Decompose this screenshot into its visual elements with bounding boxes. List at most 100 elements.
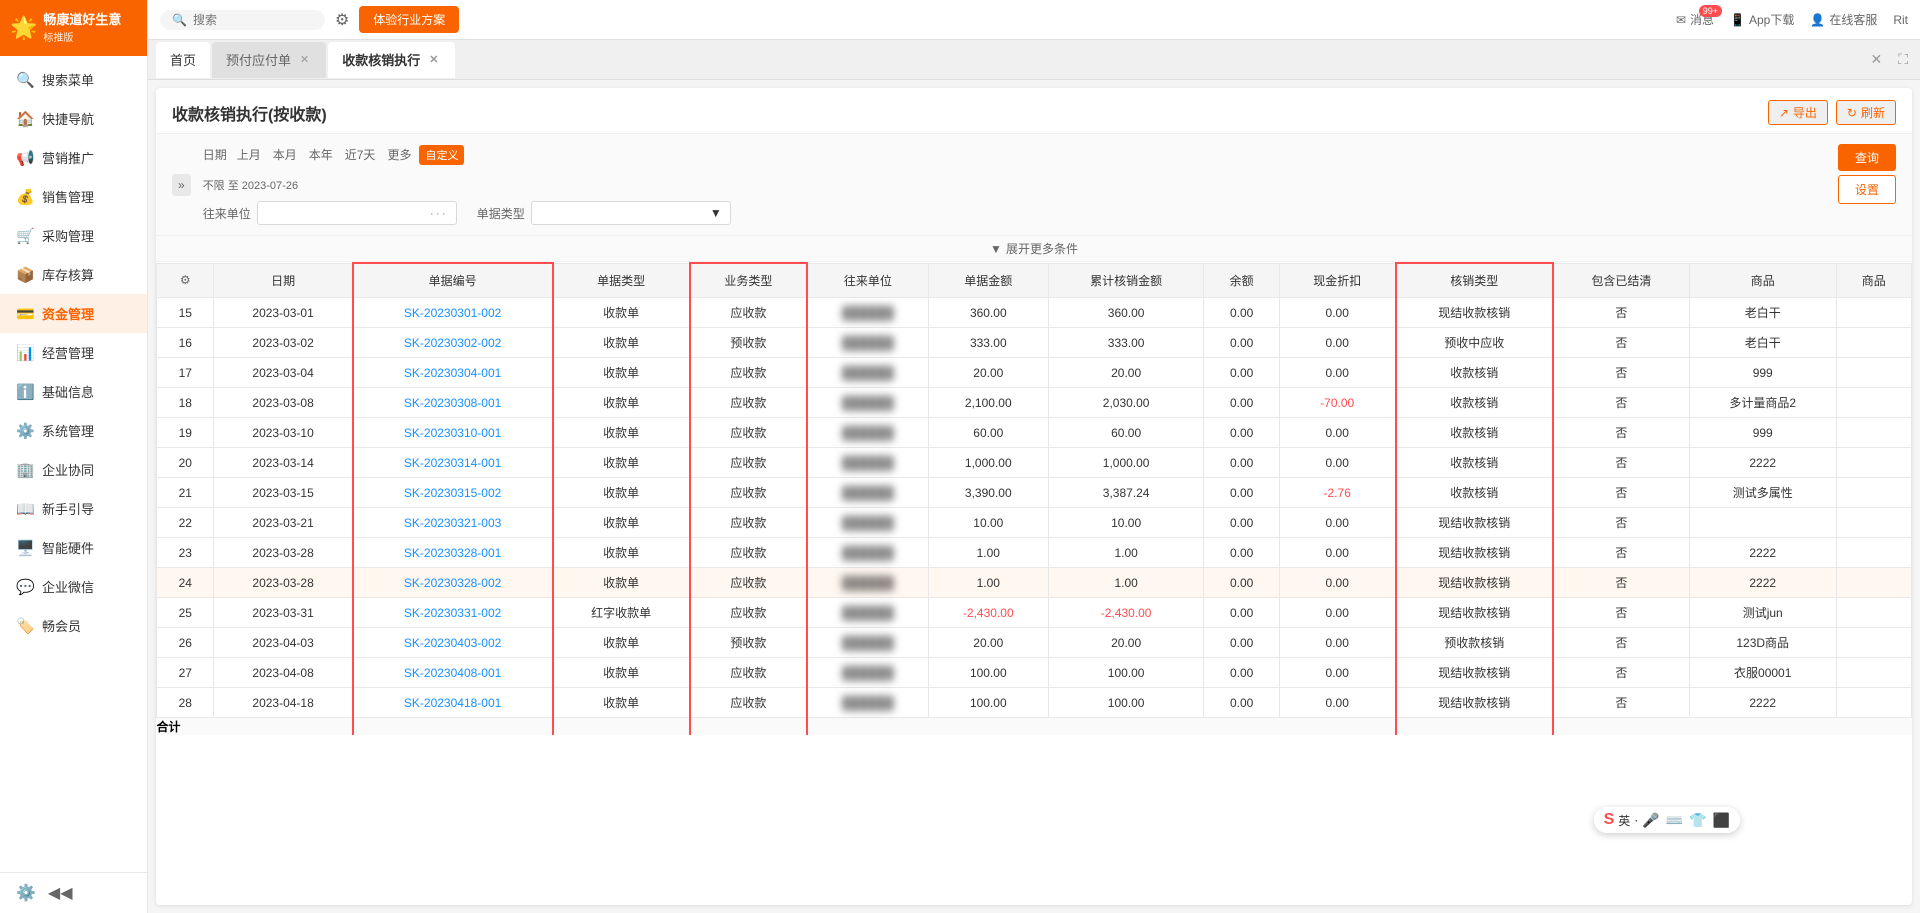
sidebar-item-purchase[interactable]: 🛒 采购管理	[0, 216, 147, 255]
table-cell: 收款单	[553, 298, 690, 328]
grid-icon[interactable]: ⬛	[1713, 812, 1730, 829]
date-btn-more[interactable]: 更多	[383, 144, 415, 165]
table-cell[interactable]: SK-20230408-001	[353, 658, 553, 688]
order-no-link[interactable]: SK-20230403-002	[404, 636, 501, 650]
table-cell[interactable]: SK-20230301-002	[353, 298, 553, 328]
user-name[interactable]: Rit	[1893, 13, 1908, 27]
table-cell: 1.00	[1048, 538, 1204, 568]
table-row: 152023-03-01SK-20230301-002收款单应收款██████3…	[157, 298, 1912, 328]
sidebar-item-label: 经营管理	[42, 343, 94, 362]
table-cell	[1689, 508, 1836, 538]
tab-prepay-label: 预付应付单	[226, 50, 291, 69]
tab-prepay[interactable]: 预付应付单 ✕	[212, 42, 326, 78]
table-cell[interactable]: SK-20230418-001	[353, 688, 553, 718]
sidebar-item-enterprise[interactable]: 🏢 企业协同	[0, 450, 147, 489]
order-no-link[interactable]: SK-20230408-001	[404, 666, 501, 680]
order-no-link[interactable]: SK-20230308-001	[404, 396, 501, 410]
sidebar-item-system[interactable]: ⚙️ 系统管理	[0, 411, 147, 450]
tab-prepay-close[interactable]: ✕	[297, 52, 312, 67]
table-cell: 23	[157, 538, 214, 568]
order-no-link[interactable]: SK-20230315-002	[404, 486, 501, 500]
shirt-icon[interactable]: 👕	[1689, 812, 1706, 829]
online-service-button[interactable]: 👤 在线客服	[1810, 11, 1877, 28]
order-no-link[interactable]: SK-20230304-001	[404, 366, 501, 380]
table-cell: -2.76	[1279, 478, 1395, 508]
tab-collect-close[interactable]: ✕	[426, 52, 441, 67]
sidebar-item-operation[interactable]: 📊 经营管理	[0, 333, 147, 372]
footer-settings-icon[interactable]: ⚙️	[16, 883, 36, 903]
filter-expand-button[interactable]: »	[172, 174, 191, 196]
table-cell: 收款单	[553, 568, 690, 598]
type-select[interactable]: ▼	[531, 201, 731, 225]
sidebar-item-member[interactable]: 🏷️ 畅会员	[0, 606, 147, 645]
expand-more-button[interactable]: ▼ 展开更多条件	[990, 240, 1078, 257]
app-icon: 📱	[1730, 13, 1745, 27]
date-btn-this-month[interactable]: 本月	[269, 144, 301, 165]
table-cell: 应收款	[690, 568, 807, 598]
sidebar-item-wechat[interactable]: 💬 企业微信	[0, 567, 147, 606]
tab-close-all-icon[interactable]: ✕	[1866, 47, 1886, 72]
sidebar-item-basic[interactable]: ℹ️ 基础信息	[0, 372, 147, 411]
sidebar-item-hardware[interactable]: 🖥️ 智能硬件	[0, 528, 147, 567]
table-cell[interactable]: SK-20230403-002	[353, 628, 553, 658]
order-no-link[interactable]: SK-20230418-001	[404, 696, 501, 710]
sidebar-item-sales[interactable]: 💰 销售管理	[0, 177, 147, 216]
table-cell[interactable]: SK-20230321-003	[353, 508, 553, 538]
search-box[interactable]: 🔍	[160, 10, 325, 30]
gear-icon[interactable]: ⚙	[335, 10, 349, 30]
table-cell[interactable]: SK-20230328-002	[353, 568, 553, 598]
order-no-link[interactable]: SK-20230328-002	[404, 576, 501, 590]
col-settings-header[interactable]: ⚙	[157, 263, 214, 298]
message-button[interactable]: ✉ 消息 99+	[1676, 11, 1714, 28]
refresh-button[interactable]: ↻ 刷新	[1836, 100, 1896, 125]
date-btn-7days[interactable]: 近7天	[341, 144, 380, 165]
order-no-link[interactable]: SK-20230331-002	[404, 606, 501, 620]
date-btn-last-month[interactable]: 上月	[233, 144, 265, 165]
date-buttons: 上月 本月 本年 近7天 更多 自定义	[233, 144, 465, 165]
partner-filter-label: 往来单位	[203, 205, 251, 222]
sidebar: 🌟 畅康道好生意 标推版 🔍 搜索菜单 🏠 快捷导航 📢 营销推广 💰 销售管理…	[0, 0, 148, 913]
table-cell: 收款单	[553, 508, 690, 538]
app-download-button[interactable]: 📱 App下载	[1730, 11, 1794, 28]
solution-button[interactable]: 体验行业方案	[359, 6, 459, 33]
order-no-link[interactable]: SK-20230301-002	[404, 306, 501, 320]
table-cell: 否	[1553, 568, 1689, 598]
date-custom-btn[interactable]: 自定义	[419, 145, 464, 165]
keyboard-icon[interactable]: ⌨️	[1666, 812, 1683, 829]
tab-collect[interactable]: 收款核销执行 ✕	[328, 42, 455, 78]
table-cell: 收款单	[553, 328, 690, 358]
filter-settings-button[interactable]: 设置	[1838, 175, 1896, 204]
sidebar-item-quicknav[interactable]: 🏠 快捷导航	[0, 99, 147, 138]
footer-collapse-icon[interactable]: ◀◀	[48, 883, 73, 903]
sidebar-item-finance[interactable]: 💳 资金管理	[0, 294, 147, 333]
table-cell[interactable]: SK-20230315-002	[353, 478, 553, 508]
export-button[interactable]: ↗ 导出	[1768, 100, 1828, 125]
sidebar-item-inventory[interactable]: 📦 库存核算	[0, 255, 147, 294]
table-cell[interactable]: SK-20230331-002	[353, 598, 553, 628]
table-cell: 3,387.24	[1048, 478, 1204, 508]
order-no-link[interactable]: SK-20230328-001	[404, 546, 501, 560]
query-button[interactable]: 查询	[1838, 144, 1896, 171]
sidebar-item-search[interactable]: 🔍 搜索菜单	[0, 60, 147, 99]
sidebar-item-guide[interactable]: 📖 新手引导	[0, 489, 147, 528]
partner-select[interactable]: ···	[257, 201, 457, 225]
tab-expand-icon[interactable]: ⛶	[1894, 47, 1912, 72]
table-cell[interactable]: SK-20230328-001	[353, 538, 553, 568]
order-no-link[interactable]: SK-20230302-002	[404, 336, 501, 350]
date-btn-this-year[interactable]: 本年	[305, 144, 337, 165]
table-cell[interactable]: SK-20230314-001	[353, 448, 553, 478]
order-no-link[interactable]: SK-20230310-001	[404, 426, 501, 440]
mic-icon[interactable]: 🎤	[1642, 812, 1659, 829]
table-cell: 测试jun	[1689, 598, 1836, 628]
search-input[interactable]	[193, 13, 313, 27]
table-cell[interactable]: SK-20230308-001	[353, 388, 553, 418]
table-cell[interactable]: SK-20230310-001	[353, 418, 553, 448]
order-no-link[interactable]: SK-20230321-003	[404, 516, 501, 530]
table-cell[interactable]: SK-20230302-002	[353, 328, 553, 358]
order-no-link[interactable]: SK-20230314-001	[404, 456, 501, 470]
col-order-type-header: 单据类型	[553, 263, 690, 298]
sidebar-item-marketing[interactable]: 📢 营销推广	[0, 138, 147, 177]
logo-icon: 🌟	[10, 15, 37, 41]
table-cell[interactable]: SK-20230304-001	[353, 358, 553, 388]
tab-home[interactable]: 首页	[156, 42, 210, 78]
